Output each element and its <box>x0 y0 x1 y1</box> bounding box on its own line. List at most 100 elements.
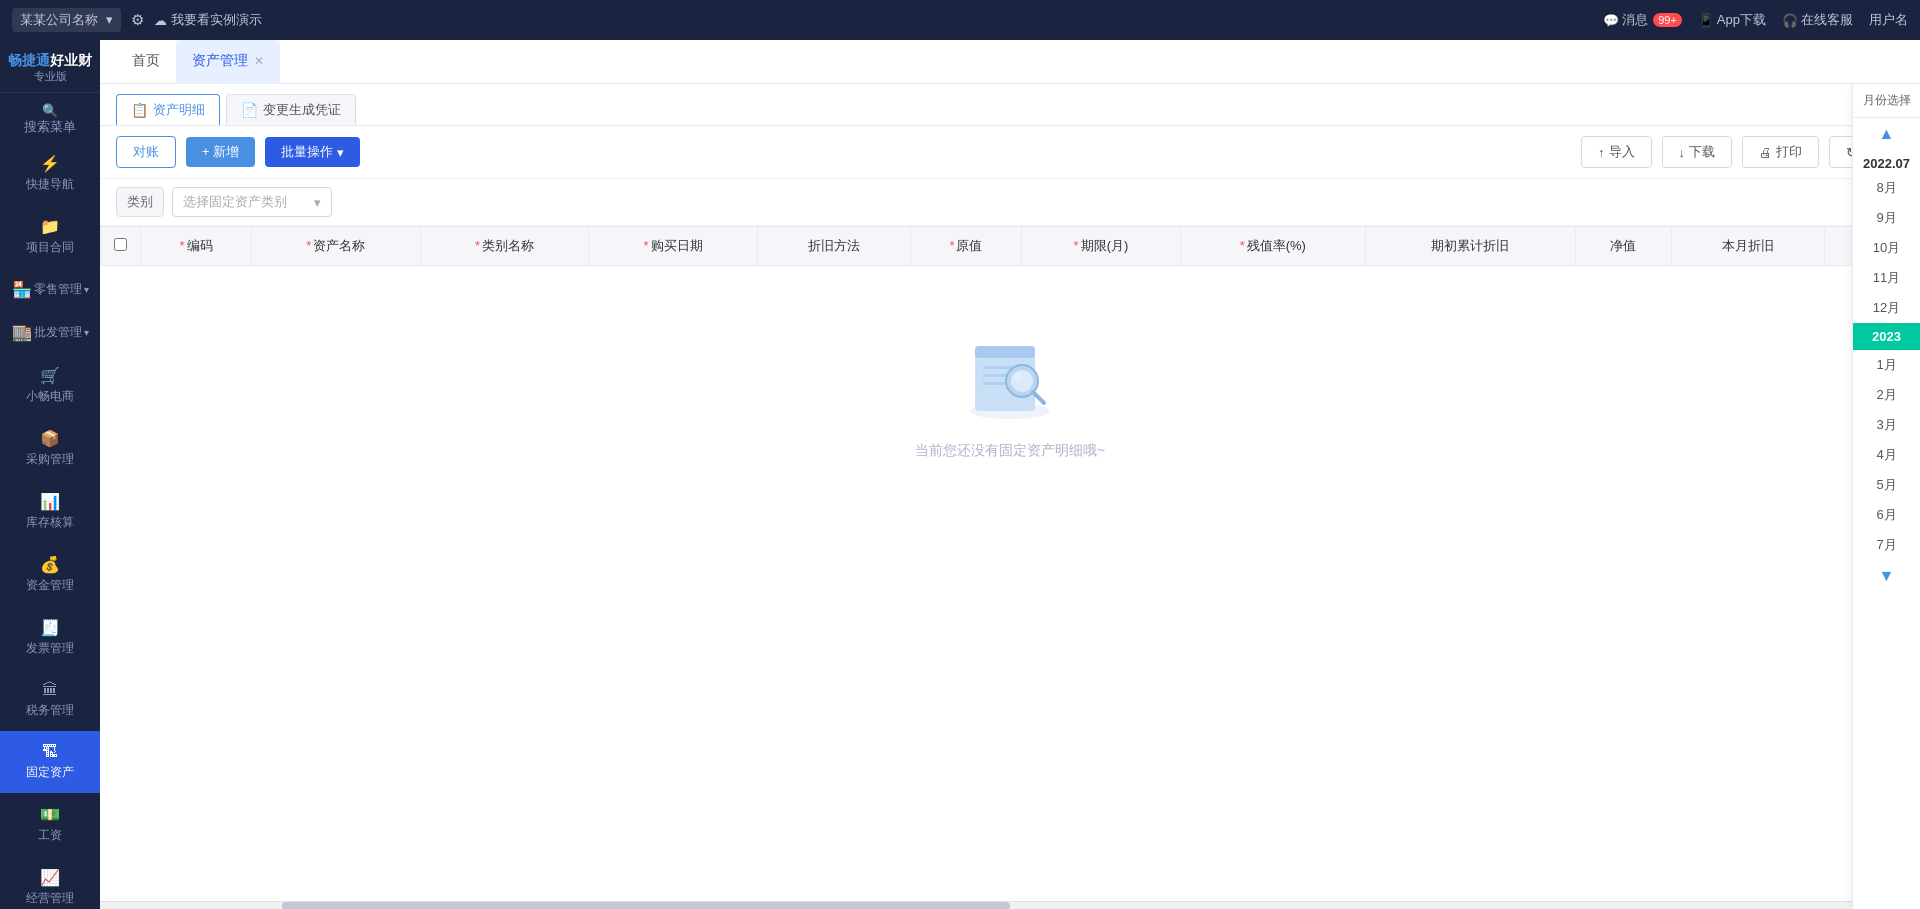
message-btn[interactable]: 💬 消息 99+ <box>1603 11 1682 29</box>
sidebar-item-invoice[interactable]: 🧾 发票管理 <box>0 606 100 669</box>
sidebar-item-purchase[interactable]: 📦 采购管理 <box>0 417 100 480</box>
current-year-badge: 2023 <box>1853 323 1920 350</box>
header-right: 💬 消息 99+ 📱 App下载 🎧 在线客服 用户名 <box>1603 11 1908 29</box>
month-item-8[interactable]: 8月 <box>1853 173 1920 203</box>
month-nav-down[interactable]: ▼ <box>1853 560 1920 592</box>
chevron-down-icon: ▾ <box>106 12 113 27</box>
sidebar-item-operations[interactable]: 📈 经营管理 <box>0 856 100 909</box>
tab-home[interactable]: 首页 <box>116 40 176 84</box>
import-icon: ↑ <box>1598 145 1605 160</box>
col-net-value: 净值 <box>1576 227 1671 266</box>
month-item-7[interactable]: 7月 <box>1853 530 1920 560</box>
horizontal-scrollbar[interactable] <box>100 901 1920 909</box>
month-item-2[interactable]: 2月 <box>1853 380 1920 410</box>
chevron-down-icon: ▾ <box>84 327 89 338</box>
month-item-1[interactable]: 1月 <box>1853 350 1920 380</box>
headset-icon: 🎧 <box>1782 13 1798 28</box>
sidebar-item-ecommerce[interactable]: 🛒 小畅电商 <box>0 354 100 417</box>
message-badge: 99+ <box>1653 13 1682 27</box>
col-original-value: *原值 <box>910 227 1021 266</box>
phone-icon: 📱 <box>1698 13 1714 28</box>
month-item-6[interactable]: 6月 <box>1853 500 1920 530</box>
assets-table: *编码 *资产名称 *类别名称 *购买日期 折旧方法 *原值 *期限(月) *残… <box>100 226 1920 520</box>
scrollbar-thumb[interactable] <box>282 902 1010 909</box>
sidebar-item-quick-nav[interactable]: ⚡ 快捷导航 <box>0 142 100 205</box>
col-monthly-depreciation: 本月折旧 <box>1671 227 1824 266</box>
page-content: 📋 资产明细 📄 变更生成凭证 对账 + 新增 批量操作 ▾ ↑ <box>100 84 1920 909</box>
sidebar-item-assets[interactable]: 🏗 固定资产 <box>0 731 100 793</box>
tab-bar: 首页 资产管理 ✕ <box>100 40 1920 84</box>
empty-message: 当前您还没有固定资产明细哦~ <box>915 442 1105 460</box>
selected-year-display: 2022.07 <box>1859 150 1914 173</box>
month-item-9[interactable]: 9月 <box>1853 203 1920 233</box>
company-name-text: 某某公司名称 <box>20 12 98 27</box>
month-panel: 月份选择 ▲ 2022.07 8月 9月 10月 11月 12月 2023 1月… <box>1852 84 1920 909</box>
add-button[interactable]: + 新增 <box>186 137 255 167</box>
col-accumulated-depreciation: 期初累计折旧 <box>1365 227 1576 266</box>
settings-icon[interactable]: ⚙ <box>131 11 144 29</box>
online-service-btn[interactable]: 🎧 在线客服 <box>1782 11 1853 29</box>
empty-state-row: 当前您还没有固定资产明细哦~ <box>101 266 1920 521</box>
sidebar-item-tax[interactable]: 🏛 税务管理 <box>0 669 100 731</box>
download-button[interactable]: ↓ 下载 <box>1662 136 1733 168</box>
sidebar-item-project[interactable]: 📁 项目合同 <box>0 205 100 268</box>
month-item-10[interactable]: 10月 <box>1853 233 1920 263</box>
month-nav-up[interactable]: ▲ <box>1853 118 1920 150</box>
month-item-3[interactable]: 3月 <box>1853 410 1920 440</box>
sub-tab-bar: 📋 资产明细 📄 变更生成凭证 <box>100 84 1920 126</box>
app-logo: 畅捷通好业财 专业版 <box>0 40 100 93</box>
document-icon: 📄 <box>241 102 258 118</box>
month-item-11[interactable]: 11月 <box>1853 263 1920 293</box>
match-button[interactable]: 对账 <box>116 136 176 168</box>
col-residual-rate: *残值率(%) <box>1180 227 1365 266</box>
batch-ops-button[interactable]: 批量操作 ▾ <box>265 137 360 167</box>
table-container: *编码 *资产名称 *类别名称 *购买日期 折旧方法 *原值 *期限(月) *残… <box>100 226 1920 901</box>
sidebar-item-wholesale[interactable]: 🏬 批发管理 ▾ <box>0 311 100 354</box>
sidebar-item-inventory[interactable]: 📊 库存核算 <box>0 480 100 543</box>
col-name: *资产名称 <box>252 227 421 266</box>
svg-point-7 <box>1011 370 1033 392</box>
sub-tab-detail[interactable]: 📋 资产明细 <box>116 94 220 125</box>
sidebar-search[interactable]: 🔍 搜索菜单 <box>0 93 100 142</box>
empty-state: 当前您还没有固定资产明细哦~ <box>101 266 1920 520</box>
chevron-down-icon: ▾ <box>337 145 344 160</box>
tab-assets[interactable]: 资产管理 ✕ <box>176 40 280 84</box>
month-item-4[interactable]: 4月 <box>1853 440 1920 470</box>
category-label: 类别 <box>116 187 164 217</box>
col-purchase-date: *购买日期 <box>589 227 758 266</box>
sub-tab-voucher[interactable]: 📄 变更生成凭证 <box>226 94 356 125</box>
sidebar-item-finance[interactable]: 💰 资金管理 <box>0 543 100 606</box>
grid-icon: ⚡ <box>40 154 60 173</box>
dropdown-arrow-icon: ▾ <box>314 195 321 210</box>
select-all-checkbox[interactable] <box>114 238 127 251</box>
assets-icon: 🏗 <box>42 743 58 761</box>
chevron-down-icon: ▾ <box>84 284 89 295</box>
empty-illustration <box>950 326 1070 426</box>
purchase-icon: 📦 <box>40 429 60 448</box>
ecommerce-icon: 🛒 <box>40 366 60 385</box>
sidebar-item-retail[interactable]: 🏪 零售管理 ▾ <box>0 268 100 311</box>
cloud-icon: ☁ <box>154 13 167 28</box>
month-up-button[interactable]: ▲ <box>1875 122 1899 146</box>
svg-rect-2 <box>975 346 1035 358</box>
table-header-row: *编码 *资产名称 *类别名称 *购买日期 折旧方法 *原值 *期限(月) *残… <box>101 227 1920 266</box>
example-link[interactable]: ☁ 我要看实例演示 <box>154 11 262 29</box>
print-button[interactable]: 🖨 打印 <box>1742 136 1819 168</box>
tab-close-icon[interactable]: ✕ <box>254 54 264 68</box>
download-icon: ↓ <box>1679 145 1686 160</box>
import-button[interactable]: ↑ 导入 <box>1581 136 1652 168</box>
month-item-12[interactable]: 12月 <box>1853 293 1920 323</box>
app-download-btn[interactable]: 📱 App下载 <box>1698 11 1766 29</box>
sidebar: 畅捷通好业财 专业版 🔍 搜索菜单 ⚡ 快捷导航 📁 项目合同 🏪 零售管理 ▾… <box>0 40 100 909</box>
checkbox-header[interactable] <box>101 227 141 266</box>
operations-icon: 📈 <box>40 868 60 887</box>
sidebar-item-salary[interactable]: 💵 工资 <box>0 793 100 856</box>
company-selector[interactable]: 某某公司名称 ▾ <box>12 8 121 32</box>
category-select[interactable]: 选择固定资产类别 ▾ <box>172 187 332 217</box>
filter-area: 类别 选择固定资产类别 ▾ <box>100 179 1920 226</box>
month-item-5[interactable]: 5月 <box>1853 470 1920 500</box>
month-panel-title: 月份选择 <box>1853 84 1920 118</box>
invoice-icon: 🧾 <box>40 618 60 637</box>
user-avatar[interactable]: 用户名 <box>1869 11 1908 29</box>
month-down-button[interactable]: ▼ <box>1875 564 1899 588</box>
